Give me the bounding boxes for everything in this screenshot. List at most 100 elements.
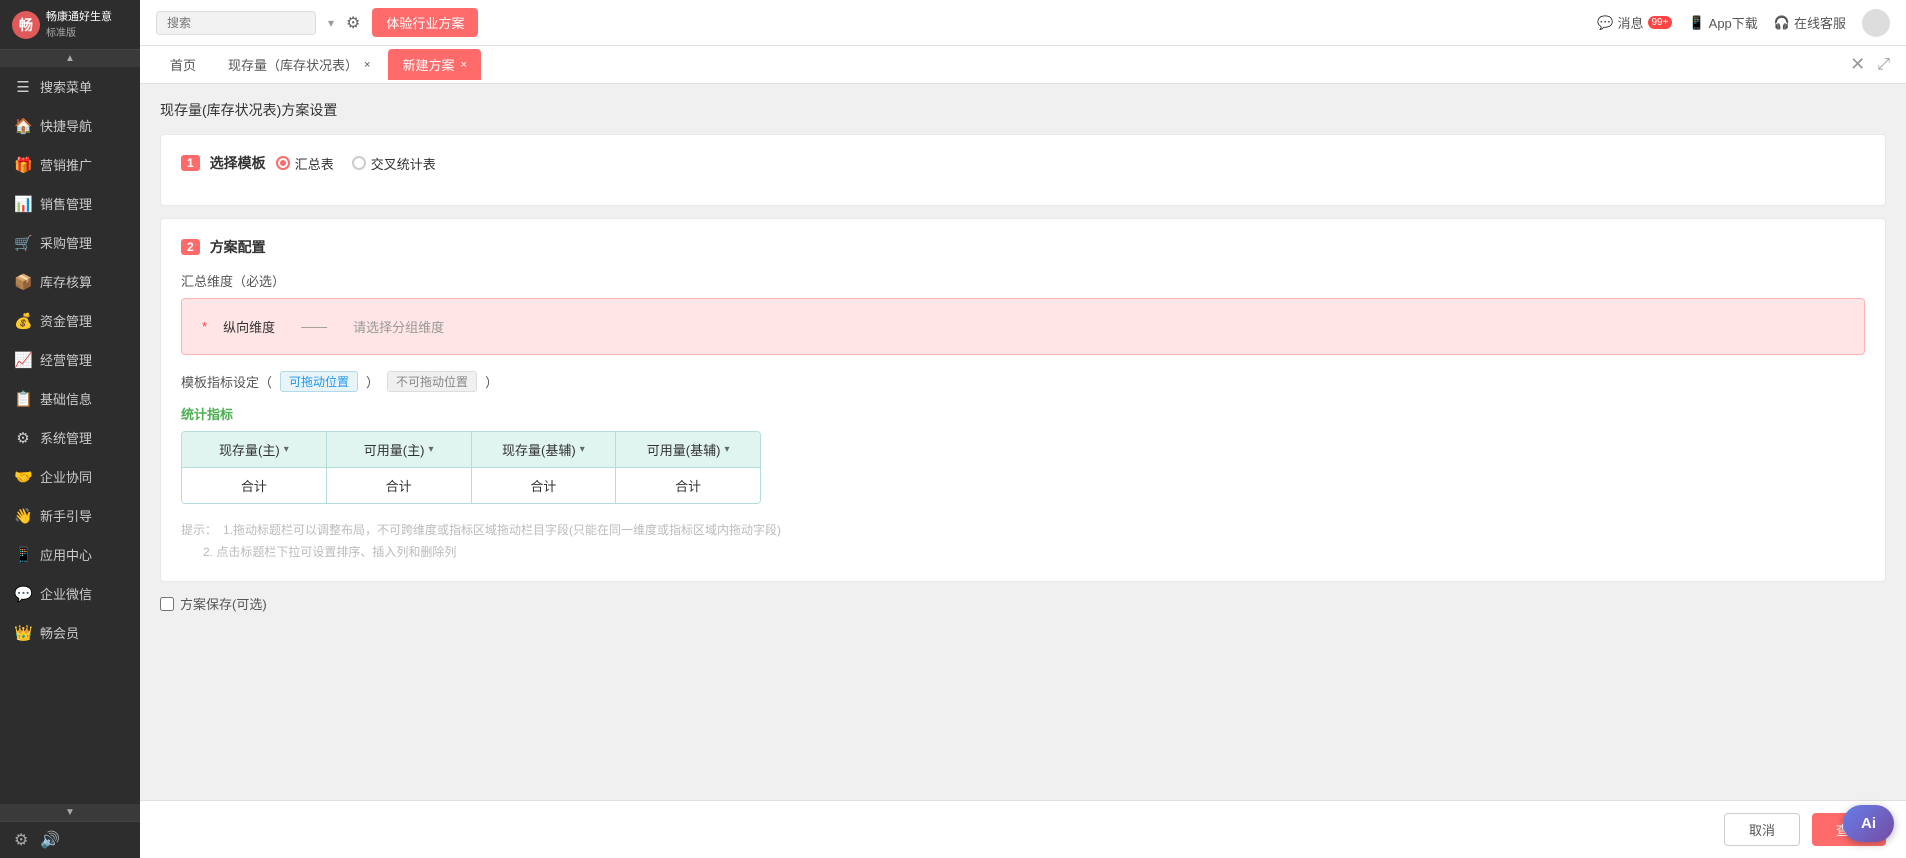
message-badge: 99+ bbox=[1648, 16, 1673, 29]
nav-label-9: 系统管理 bbox=[40, 428, 92, 447]
tab-home[interactable]: 首页 bbox=[156, 49, 210, 80]
stats-table: 现存量(主) ▾ 可用量(主) ▾ 现存量(基辅) ▾ 可用量(基辅) ▾ bbox=[181, 431, 761, 504]
step2-header: 2 方案配置 bbox=[181, 237, 1865, 257]
step2-badge: 2 bbox=[181, 239, 200, 255]
dimension-placeholder[interactable]: 请选择分组维度 bbox=[353, 317, 444, 336]
stats-label: 统计指标 bbox=[181, 404, 1865, 423]
main-area: ▾ ⚙ 体验行业方案 💬 消息 99+ 📱 App下载 🎧 在线客服 首页 bbox=[140, 0, 1906, 858]
indicator-settings-row: 模板指标设定（ 可拖动位置 ） 不可拖动位置 ） bbox=[181, 371, 1865, 392]
sidebar-item-4[interactable]: 🛒采购管理 bbox=[0, 223, 140, 262]
page-title: 现存量(库存状况表)方案设置 bbox=[160, 100, 1886, 120]
nav-icon-13: 💬 bbox=[14, 585, 32, 603]
col-available-aux-chevron[interactable]: ▾ bbox=[724, 444, 729, 455]
tips-section: 提示： 1.拖动标题栏可以调整布局，不可跨维度或指标区域拖动栏目字段(只能在同一… bbox=[181, 520, 1865, 563]
nav-label-1: 快捷导航 bbox=[40, 116, 92, 135]
topbar-settings-icon[interactable]: ⚙ bbox=[346, 13, 360, 33]
online-service-button[interactable]: 🎧 在线客服 bbox=[1774, 13, 1846, 32]
radio-summary-label: 汇总表 bbox=[295, 154, 334, 173]
nav-label-10: 企业协同 bbox=[40, 467, 92, 486]
nav-label-8: 基础信息 bbox=[40, 389, 92, 408]
radio-crosstab-icon bbox=[352, 156, 366, 170]
tab-inventory[interactable]: 现存量（库存状况表） × bbox=[214, 49, 384, 80]
step1-section: 1 选择模板 汇总表 交叉统计表 bbox=[160, 134, 1886, 206]
col-current-main-label: 现存量(主) bbox=[219, 440, 280, 459]
app-download-label: App下载 bbox=[1709, 13, 1758, 32]
nav-label-0: 搜索菜单 bbox=[40, 77, 92, 96]
sidebar-item-2[interactable]: 🎁营销推广 bbox=[0, 145, 140, 184]
sidebar-item-6[interactable]: 💰 资金管理 bbox=[0, 301, 140, 340]
col-available-main[interactable]: 可用量(主) ▾ bbox=[327, 432, 472, 467]
step2-section: 2 方案配置 汇总维度（必选） * 纵向维度 —— 请选择分组维度 模板指标设定… bbox=[160, 218, 1886, 582]
sidebar-item-7[interactable]: 📈经营管理 bbox=[0, 340, 140, 379]
expand-icon[interactable]: ⤢ bbox=[1877, 56, 1890, 74]
settings-footer-icon[interactable]: ⚙ bbox=[14, 830, 28, 850]
speaker-footer-icon[interactable]: 🔊 bbox=[40, 830, 60, 850]
avatar[interactable] bbox=[1862, 9, 1890, 37]
radio-summary[interactable]: 汇总表 bbox=[276, 154, 334, 173]
tabs-bar: 首页 现存量（库存状况表） × 新建方案 × ✕ ⤢ bbox=[140, 46, 1906, 84]
col-current-main[interactable]: 现存量(主) ▾ bbox=[182, 432, 327, 467]
sidebar-item-1[interactable]: 🏠快捷导航 bbox=[0, 106, 140, 145]
save-option-row: 方案保存(可选) bbox=[160, 594, 1886, 613]
nav-icon-10: 🤝 bbox=[14, 468, 32, 486]
message-label: 消息 bbox=[1617, 13, 1643, 32]
sidebar-nav: ☰ 搜索菜单 🏠快捷导航🎁营销推广📊销售管理🛒采购管理📦库存核算 💰 资金管理 📈经营管理… bbox=[0, 67, 140, 804]
sidebar: 畅 畅康通好生意 标准版 ▲ ☰ 搜索菜单 🏠快捷导航🎁营销推广📊销售管理🛒采购管理… bbox=[0, 0, 140, 858]
sidebar-item-12[interactable]: 📱应用中心 bbox=[0, 535, 140, 574]
sidebar-item-9[interactable]: ⚙ 系统管理 bbox=[0, 418, 140, 457]
indicator-settings-close: ） bbox=[485, 372, 498, 391]
sidebar-item-14[interactable]: 👑畅会员 bbox=[0, 613, 140, 652]
nav-label-6: 资金管理 bbox=[40, 311, 92, 330]
trial-industry-button[interactable]: 体验行业方案 bbox=[372, 8, 478, 37]
search-input[interactable] bbox=[156, 11, 316, 35]
col-available-main-chevron[interactable]: ▾ bbox=[428, 444, 433, 455]
tab-inventory-label: 现存量（库存状况表） bbox=[228, 55, 358, 74]
message-icon: 💬 bbox=[1597, 15, 1613, 31]
tab-home-label: 首页 bbox=[170, 55, 196, 74]
save-option-label: 方案保存(可选) bbox=[180, 594, 267, 613]
tab-new-plan-close-icon[interactable]: × bbox=[460, 59, 466, 71]
nav-icon-11: 👋 bbox=[14, 507, 32, 525]
sidebar-item-11[interactable]: 👋 新手引导 bbox=[0, 496, 140, 535]
tab-new-plan[interactable]: 新建方案 × bbox=[388, 49, 480, 80]
cell-current-aux: 合计 bbox=[472, 468, 617, 503]
message-button[interactable]: 💬 消息 99+ bbox=[1597, 13, 1672, 32]
ai-fab-button[interactable]: Ai bbox=[1843, 805, 1894, 842]
col-current-main-chevron[interactable]: ▾ bbox=[284, 444, 289, 455]
sidebar-item-3[interactable]: 📊销售管理 bbox=[0, 184, 140, 223]
nav-icon-14: 👑 bbox=[14, 624, 32, 642]
cancel-button[interactable]: 取消 bbox=[1724, 813, 1800, 846]
sidebar-item-5[interactable]: 📦库存核算 bbox=[0, 262, 140, 301]
sidebar-item-8[interactable]: 📋 基础信息 bbox=[0, 379, 140, 418]
stats-table-header: 现存量(主) ▾ 可用量(主) ▾ 现存量(基辅) ▾ 可用量(基辅) ▾ bbox=[182, 432, 760, 467]
nav-label-2: 营销推广 bbox=[40, 155, 92, 174]
close-panel-icon[interactable]: ✕ bbox=[1850, 54, 1865, 75]
dimension-required-area: * 纵向维度 —— 请选择分组维度 bbox=[181, 298, 1865, 355]
nav-icon-5: 📦 bbox=[14, 273, 32, 291]
nav-icon-0: ☰ bbox=[14, 78, 32, 96]
nav-icon-6: 💰 bbox=[14, 312, 32, 330]
sidebar-scroll-up[interactable]: ▲ bbox=[0, 50, 140, 67]
col-current-aux[interactable]: 现存量(基辅) ▾ bbox=[472, 432, 617, 467]
nav-label-4: 采购管理 bbox=[40, 233, 92, 252]
sidebar-item-0[interactable]: ☰ 搜索菜单 bbox=[0, 67, 140, 106]
sidebar-logo: 畅 畅康通好生意 标准版 bbox=[0, 0, 140, 50]
chevron-down-icon[interactable]: ▾ bbox=[328, 16, 334, 30]
app-download-button[interactable]: 📱 App下载 bbox=[1688, 13, 1757, 32]
sidebar-item-10[interactable]: 🤝 企业协同 bbox=[0, 457, 140, 496]
nav-label-11: 新手引导 bbox=[40, 506, 92, 525]
sidebar-item-13[interactable]: 💬企业微信 bbox=[0, 574, 140, 613]
tab-inventory-close-icon[interactable]: × bbox=[364, 59, 370, 71]
col-available-aux[interactable]: 可用量(基辅) ▾ bbox=[616, 432, 760, 467]
tip-1: 提示： 1.拖动标题栏可以调整布局，不可跨维度或指标区域拖动栏目字段(只能在同一… bbox=[181, 520, 1865, 542]
save-checkbox[interactable] bbox=[160, 597, 174, 611]
col-current-aux-chevron[interactable]: ▾ bbox=[580, 444, 585, 455]
col-available-main-label: 可用量(主) bbox=[364, 440, 425, 459]
nav-icon-8: 📋 bbox=[14, 390, 32, 408]
vertical-dimension-label: 纵向维度 bbox=[223, 317, 275, 336]
radio-crosstab[interactable]: 交叉统计表 bbox=[352, 154, 436, 173]
nav-icon-9: ⚙ bbox=[14, 429, 32, 447]
nav-icon-7: 📈 bbox=[14, 351, 32, 369]
topbar-right: 💬 消息 99+ 📱 App下载 🎧 在线客服 bbox=[1597, 9, 1890, 37]
sidebar-scroll-down[interactable]: ▼ bbox=[0, 804, 140, 821]
